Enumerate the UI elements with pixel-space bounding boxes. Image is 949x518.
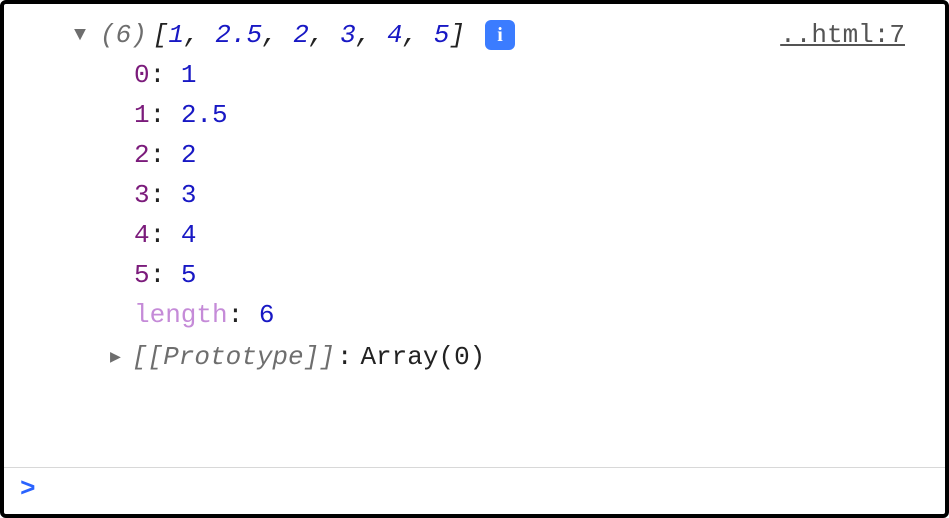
close-bracket: ] <box>449 20 465 50</box>
array-entry[interactable]: 2: 2 <box>134 140 925 170</box>
entry-index: 1 <box>134 100 150 130</box>
entry-index: 0 <box>134 60 150 90</box>
array-summary-row[interactable]: ▼ (6) [1, 2.5, 2, 3, 4, 5] i ..html:7 <box>74 20 925 50</box>
expand-caret-down-icon[interactable]: ▼ <box>74 24 94 47</box>
array-entries: 0: 1 1: 2.5 2: 2 3: 3 4: 4 5: 5 length: … <box>134 60 925 340</box>
array-entry[interactable]: 1: 2.5 <box>134 100 925 130</box>
preview-value: 1 <box>168 20 184 50</box>
array-entry[interactable]: 3: 3 <box>134 180 925 210</box>
length-label: length <box>134 300 228 330</box>
info-icon[interactable]: i <box>485 20 515 50</box>
open-bracket: [ <box>153 20 169 50</box>
prototype-label: [[Prototype]] <box>132 342 335 372</box>
array-entry[interactable]: 0: 1 <box>134 60 925 90</box>
entry-value: 1 <box>181 60 197 90</box>
prototype-row[interactable]: ▶ [[Prototype]]: Array(0) <box>110 342 925 372</box>
entry-value: 4 <box>181 220 197 250</box>
entry-index: 2 <box>134 140 150 170</box>
entry-value: 3 <box>181 180 197 210</box>
array-length-count: (6) <box>100 20 147 50</box>
preview-value: 5 <box>434 20 450 50</box>
entry-index: 5 <box>134 260 150 290</box>
prototype-value: Array(0) <box>360 342 485 372</box>
expand-caret-right-icon[interactable]: ▶ <box>110 346 130 368</box>
entry-value: 2 <box>181 140 197 170</box>
entry-index: 3 <box>134 180 150 210</box>
source-link[interactable]: ..html:7 <box>780 20 925 50</box>
array-preview: [1, 2.5, 2, 3, 4, 5] <box>153 20 465 50</box>
preview-value: 3 <box>340 20 356 50</box>
length-value: 6 <box>259 300 275 330</box>
entry-value: 5 <box>181 260 197 290</box>
preview-value: 2.5 <box>215 20 262 50</box>
prompt-caret-icon: > <box>20 474 36 504</box>
preview-value: 2 <box>293 20 309 50</box>
length-entry[interactable]: length: 6 <box>134 300 925 330</box>
array-entry[interactable]: 4: 4 <box>134 220 925 250</box>
entry-index: 4 <box>134 220 150 250</box>
entry-value: 2.5 <box>181 100 228 130</box>
array-entry[interactable]: 5: 5 <box>134 260 925 290</box>
console-prompt-row[interactable]: > <box>4 467 945 504</box>
preview-value: 4 <box>387 20 403 50</box>
